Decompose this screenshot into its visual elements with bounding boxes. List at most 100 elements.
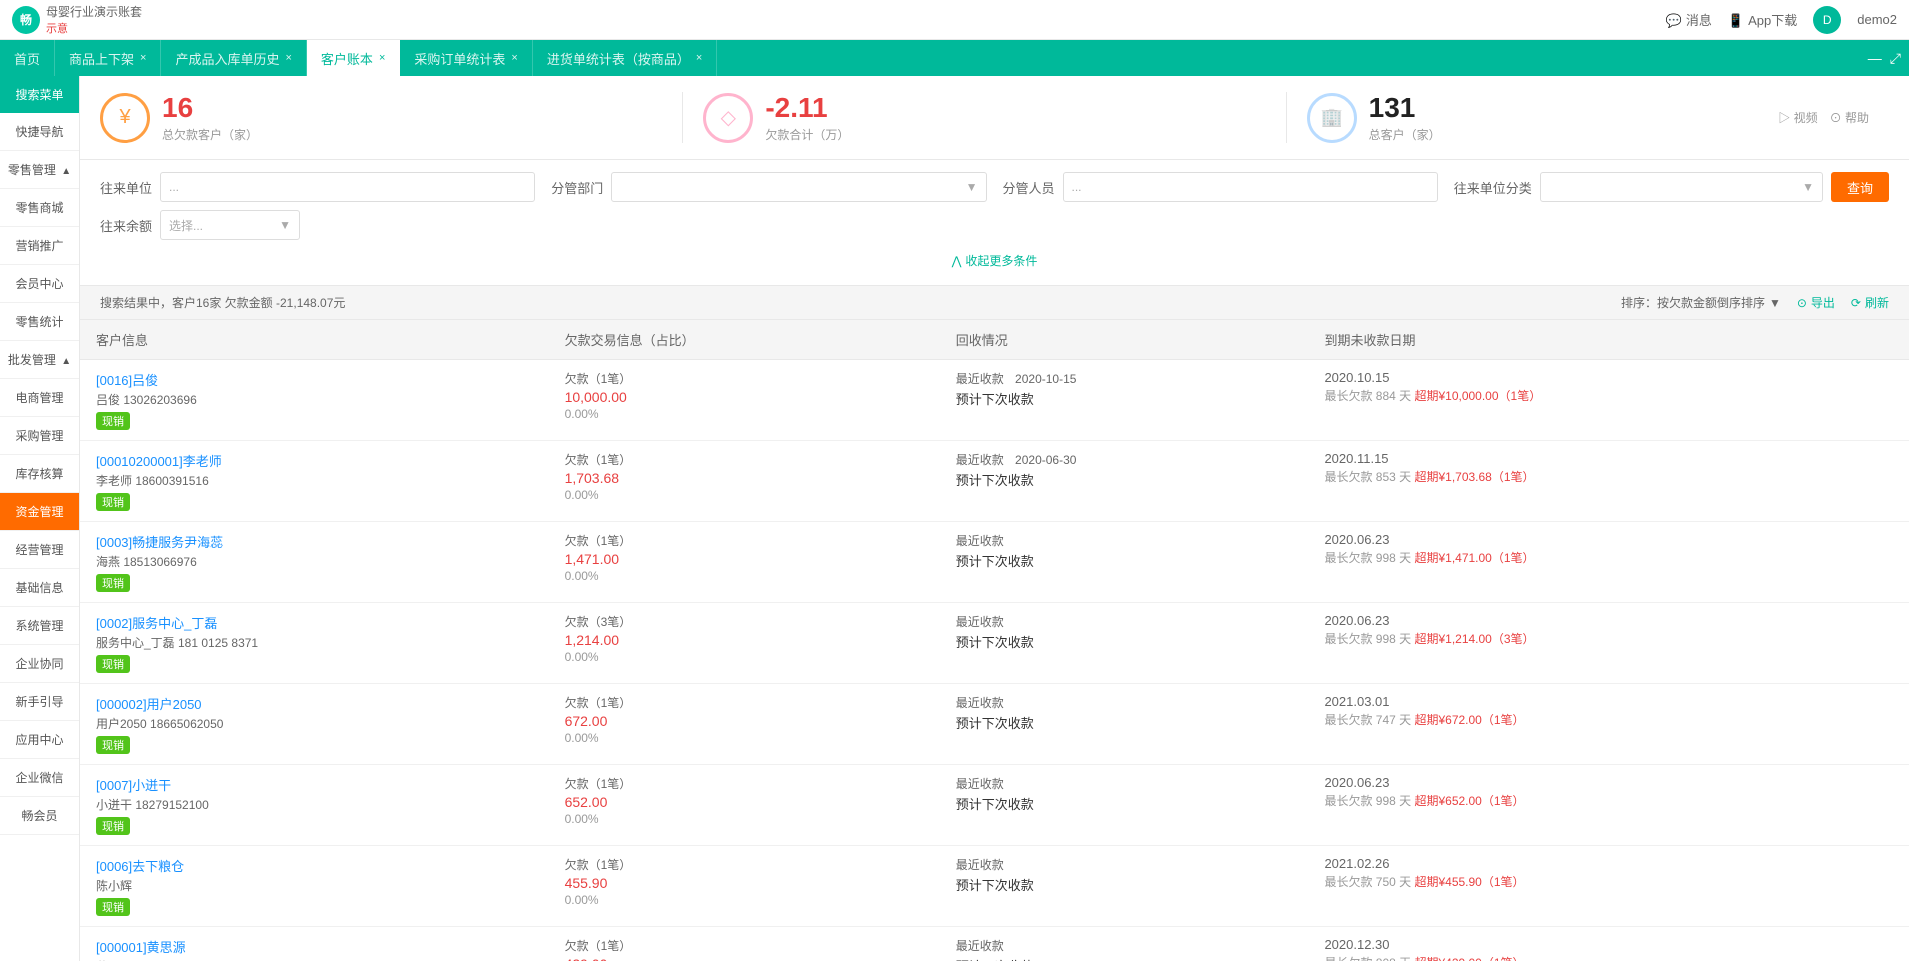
debt-ratio-6: 0.00% [565, 893, 924, 907]
tab-home[interactable]: 首页 [0, 40, 55, 76]
stat-label-3: 总客户（家） [1369, 126, 1441, 143]
results-bar: 搜索结果中，客户16家 欠款金额 -21,148.07元 排序：按欠款金额倒序排… [80, 286, 1909, 320]
sidebar-item-system[interactable]: 系统管理 [0, 607, 79, 645]
debt-count-4: 欠款（1笔） [565, 694, 924, 711]
sidebar-search[interactable]: 搜索菜单 [0, 76, 79, 113]
table-row: [000002]用户2050 用户2050 18665062050 现销 欠款（… [80, 684, 1909, 765]
tab-import-stats[interactable]: 进货单统计表（按商品） × [533, 40, 717, 76]
demo-text[interactable]: 示意 [46, 20, 142, 36]
tab-maximize[interactable]: ⤢ [1890, 50, 1901, 67]
sidebar-item-vip[interactable]: 畅会员 [0, 797, 79, 835]
debt-count-0: 欠款（1笔） [565, 370, 924, 387]
user-name[interactable]: demo2 [1857, 12, 1897, 27]
customer-name-5[interactable]: [0007]小迸干 [96, 775, 533, 794]
sidebar-item-purchase[interactable]: 采购管理 [0, 417, 79, 455]
sidebar-item-wechat[interactable]: 企业微信 [0, 759, 79, 797]
debt-amount-1[interactable]: 1,703.68 [565, 470, 924, 486]
due-date-0: 2020.10.15 [1324, 370, 1893, 385]
sort-icon: ▼ [1769, 296, 1781, 310]
debt-amount-3[interactable]: 1,214.00 [565, 632, 924, 648]
results-actions: 排序：按欠款金额倒序排序 ▼ ⊙ 导出 ⟳ 刷新 [1621, 294, 1889, 311]
export-button[interactable]: ⊙ 导出 [1797, 294, 1835, 311]
cell-due-7: 2020.12.30 最长欠款 808 天 超期¥429.00（1笔） [1308, 927, 1909, 961]
collapse-button[interactable]: ⋀ 收起更多条件 [952, 252, 1038, 269]
tab-production[interactable]: 产成品入库单历史 × [161, 40, 306, 76]
refresh-button[interactable]: ⟳ 刷新 [1851, 294, 1889, 311]
sidebar-item-enterprise[interactable]: 企业协同 [0, 645, 79, 683]
filter-person: 分管人员 ... [1003, 172, 1438, 202]
debt-amount-0[interactable]: 10,000.00 [565, 389, 924, 405]
circle-icon-2: ◇ [703, 93, 753, 143]
overdue-link-1[interactable]: 超期¥1,703.68（1笔） [1414, 470, 1534, 484]
sidebar-item-member[interactable]: 会员中心 [0, 265, 79, 303]
customer-name-1[interactable]: [00010200001]李老师 [96, 451, 533, 470]
collection-info-3: 最近收款 [956, 613, 1293, 630]
sidebar-item-batch-mgmt[interactable]: 批发管理 ▲ [0, 341, 79, 379]
debt-amount-2[interactable]: 1,471.00 [565, 551, 924, 567]
sidebar-item-retail-stats[interactable]: 零售统计 [0, 303, 79, 341]
user-avatar[interactable]: D [1813, 6, 1841, 34]
sidebar-item-capital[interactable]: 资金管理 [0, 493, 79, 531]
due-date-6: 2021.02.26 [1324, 856, 1893, 871]
app-download-btn[interactable]: 📱App下载 [1728, 10, 1797, 29]
sidebar-item-nav[interactable]: 快捷导航 [0, 113, 79, 151]
overdue-link-4[interactable]: 超期¥672.00（1笔） [1414, 713, 1524, 727]
overdue-link-6[interactable]: 超期¥455.90（1笔） [1414, 875, 1524, 889]
debt-amount-6[interactable]: 455.90 [565, 875, 924, 891]
debt-amount-7[interactable]: 429.00 [565, 956, 924, 961]
sidebar-item-guide[interactable]: 新手引导 [0, 683, 79, 721]
customer-name-0[interactable]: [0016]吕俊 [96, 370, 533, 389]
sort-button[interactable]: 排序：按欠款金额倒序排序 ▼ [1621, 294, 1781, 311]
sidebar-item-inventory[interactable]: 库存核算 [0, 455, 79, 493]
stat-debt-customers: ¥ 16 总欠款客户（家） [100, 92, 683, 143]
table-row: [0002]服务中心_丁磊 服务中心_丁磊 181 0125 8371 现销 欠… [80, 603, 1909, 684]
overdue-link-2[interactable]: 超期¥1,471.00（1笔） [1414, 551, 1534, 565]
dept-input[interactable]: ▼ [611, 172, 986, 202]
unit-category-input[interactable]: ▼ [1540, 172, 1823, 202]
sidebar-item-marketing[interactable]: 营销推广 [0, 227, 79, 265]
unit-category-label: 往来单位分类 [1454, 178, 1532, 197]
messages-btn[interactable]: 💬消息 [1666, 10, 1712, 29]
customer-name-4[interactable]: [000002]用户2050 [96, 694, 533, 713]
tab-products[interactable]: 商品上下架 × [55, 40, 161, 76]
customer-name-7[interactable]: [000001]黄思源 [96, 937, 533, 956]
sidebar-item-ecommerce[interactable]: 电商管理 [0, 379, 79, 417]
cell-collection-4: 最近收款 预计下次收款 [940, 684, 1309, 765]
sidebar-item-retail-mgmt[interactable]: 零售管理 ▲ [0, 151, 79, 189]
cell-due-3: 2020.06.23 最长欠款 998 天 超期¥1,214.00（3笔） [1308, 603, 1909, 684]
customer-tag-6: 现销 [96, 898, 130, 916]
customer-name-2[interactable]: [0003]畅捷服务尹海蕊 [96, 532, 533, 551]
filter-balance: 往来余额 选择... ▼ [100, 210, 300, 240]
tab-purchase-order[interactable]: 采购订单统计表 × [400, 40, 532, 76]
overdue-link-0[interactable]: 超期¥10,000.00（1笔） [1414, 389, 1541, 403]
collection-info-2: 最近收款 [956, 532, 1293, 549]
debt-ratio-3: 0.00% [565, 650, 924, 664]
next-collection-2: 预计下次收款 [956, 551, 1293, 570]
cell-customer-info-4: [000002]用户2050 用户2050 18665062050 现销 [80, 684, 549, 765]
video-btn[interactable]: ▷ 视频 [1778, 109, 1817, 126]
overdue-link-3[interactable]: 超期¥1,214.00（3笔） [1414, 632, 1534, 646]
cell-customer-info-6: [0006]去下粮仓 陈小辉 现销 [80, 846, 549, 927]
tab-customer-account[interactable]: 客户账本 × [307, 40, 400, 76]
sidebar-item-basic[interactable]: 基础信息 [0, 569, 79, 607]
sidebar-item-operation[interactable]: 经营管理 [0, 531, 79, 569]
customer-name-3[interactable]: [0002]服务中心_丁磊 [96, 613, 533, 632]
from-unit-input[interactable]: ... [160, 172, 535, 202]
query-button[interactable]: 查询 [1831, 172, 1889, 202]
help-btn[interactable]: ⊙ 帮助 [1830, 109, 1869, 126]
overdue-link-5[interactable]: 超期¥652.00（1笔） [1414, 794, 1524, 808]
tab-minimize[interactable]: — [1868, 50, 1882, 66]
next-collection-4: 预计下次收款 [956, 713, 1293, 732]
customer-name-6[interactable]: [0006]去下粮仓 [96, 856, 533, 875]
debt-amount-5[interactable]: 652.00 [565, 794, 924, 810]
sidebar-item-retail-mall[interactable]: 零售商城 [0, 189, 79, 227]
overdue-link-7[interactable]: 超期¥429.00（1笔） [1414, 956, 1524, 961]
debt-amount-4[interactable]: 672.00 [565, 713, 924, 729]
sort-label: 排序：按欠款金额倒序排序 [1621, 294, 1765, 311]
overdue-info-6: 最长欠款 750 天 超期¥455.90（1笔） [1324, 873, 1893, 890]
person-input[interactable]: ... [1063, 172, 1438, 202]
cell-debt-4: 欠款（1笔） 672.00 0.00% [549, 684, 940, 765]
sidebar-item-apps[interactable]: 应用中心 [0, 721, 79, 759]
balance-select[interactable]: 选择... ▼ [160, 210, 300, 240]
cell-due-6: 2021.02.26 最长欠款 750 天 超期¥455.90（1笔） [1308, 846, 1909, 927]
